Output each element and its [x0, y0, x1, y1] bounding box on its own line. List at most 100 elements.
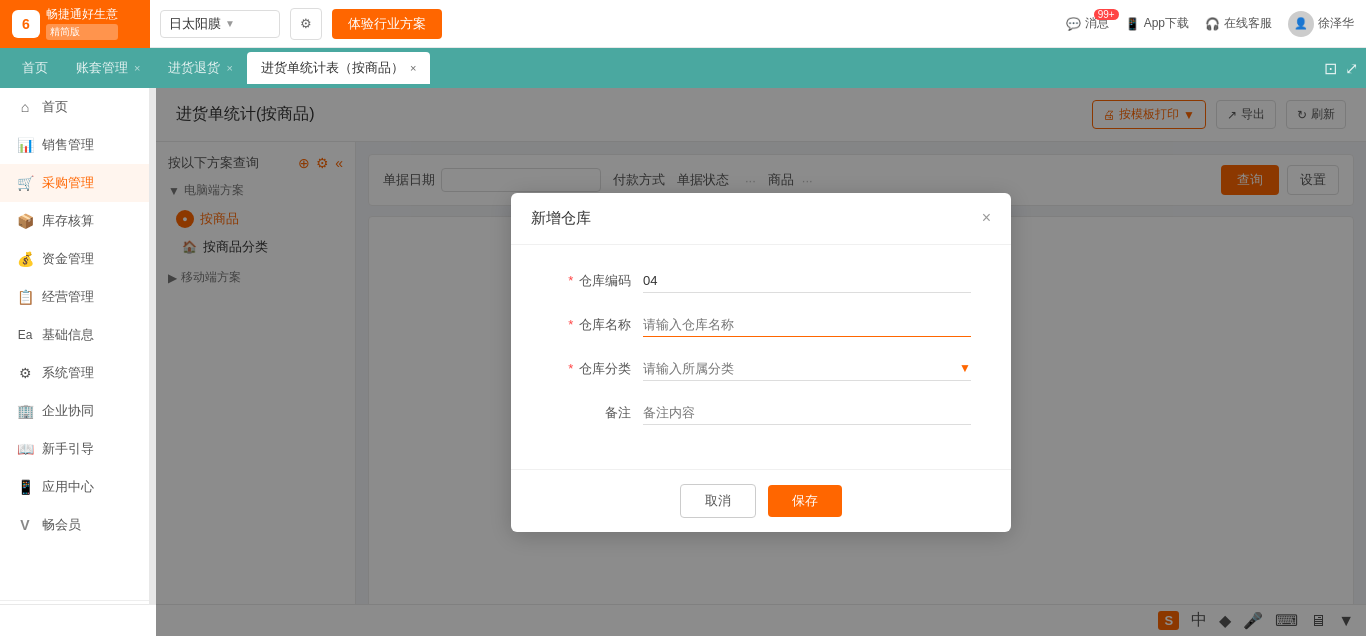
sidebar-item-apps-label: 应用中心 — [42, 478, 94, 496]
name-input[interactable] — [643, 313, 971, 337]
sidebar-item-apps[interactable]: 📱 应用中心 — [0, 468, 149, 506]
sidebar-item-finance[interactable]: 💰 资金管理 — [0, 240, 149, 278]
membership-icon: V — [16, 517, 34, 533]
sidebar: ⌂ 首页 📊 销售管理 🛒 采购管理 📦 库存核算 💰 资金管理 📋 经营管理 … — [0, 88, 150, 636]
operations-icon: 📋 — [16, 289, 34, 305]
headset-icon: 🎧 — [1205, 17, 1220, 31]
tab-minimize-icon[interactable]: ⊡ — [1324, 59, 1337, 78]
category-chevron-icon[interactable]: ▼ — [959, 361, 971, 375]
tab-home-label: 首页 — [22, 59, 48, 77]
basic-info-icon: Ea — [16, 328, 34, 342]
category-label: * 仓库分类 — [551, 360, 631, 378]
dialog-title: 新增仓库 — [531, 209, 591, 228]
code-label: * 仓库编码 — [551, 272, 631, 290]
sidebar-item-sales[interactable]: 📊 销售管理 — [0, 126, 149, 164]
brand-name: 畅捷通好生意 — [46, 7, 118, 23]
dialog-header: 新增仓库 × — [511, 193, 1011, 245]
sidebar-item-membership[interactable]: V 畅会员 — [0, 506, 149, 544]
apps-icon: 📱 — [16, 479, 34, 495]
finance-icon: 💰 — [16, 251, 34, 267]
messages-button[interactable]: 💬 消息 99+ — [1066, 15, 1109, 32]
home-icon: ⌂ — [16, 99, 34, 115]
sidebar-item-basic-info-label: 基础信息 — [42, 326, 94, 344]
online-service-button[interactable]: 🎧 在线客服 — [1205, 15, 1272, 32]
required-mark-code: * — [568, 273, 573, 288]
note-form-row: 备注 — [551, 401, 971, 425]
brand-badge: 精简版 — [46, 24, 118, 40]
message-icon: 💬 — [1066, 17, 1081, 31]
sidebar-item-operations[interactable]: 📋 经营管理 — [0, 278, 149, 316]
sidebar-item-home-label: 首页 — [42, 98, 68, 116]
required-mark-name: * — [568, 317, 573, 332]
system-icon: ⚙ — [16, 365, 34, 381]
dialog-body: * 仓库编码 * 仓库名称 — [511, 245, 1011, 469]
tab-account-close-icon[interactable]: × — [134, 62, 140, 74]
tab-stats-label: 进货单统计表（按商品） — [261, 59, 404, 77]
settings-button[interactable]: ⚙ — [290, 8, 322, 40]
inventory-icon: 📦 — [16, 213, 34, 229]
phone-icon: 📱 — [1125, 17, 1140, 31]
purchase-icon: 🛒 — [16, 175, 34, 191]
user-menu-button[interactable]: 👤 徐泽华 — [1288, 11, 1354, 37]
header-right: 💬 消息 99+ 📱 App下载 🎧 在线客服 👤 徐泽华 — [1066, 11, 1354, 37]
sidebar-item-newbie-label: 新手引导 — [42, 440, 94, 458]
content-area: 进货单统计(按商品) 🖨 按模板打印 ▼ ↗ 导出 ↻ 刷新 — [156, 88, 1366, 636]
app-download-button[interactable]: 📱 App下载 — [1125, 15, 1189, 32]
tab-return-close-icon[interactable]: × — [226, 62, 232, 74]
logo-icon: 6 — [12, 10, 40, 38]
category-form-row: * 仓库分类 ▼ — [551, 357, 971, 381]
sidebar-item-system[interactable]: ⚙ 系统管理 — [0, 354, 149, 392]
store-selector[interactable]: 日太阳膜 ▼ — [160, 10, 280, 38]
sales-icon: 📊 — [16, 137, 34, 153]
newbie-icon: 📖 — [16, 441, 34, 457]
sidebar-item-purchase-label: 采购管理 — [42, 174, 94, 192]
tab-return-label: 进货退货 — [168, 59, 220, 77]
tab-stats-close-icon[interactable]: × — [410, 62, 416, 74]
tab-expand-icon[interactable]: ⤢ — [1345, 59, 1358, 78]
save-button[interactable]: 保存 — [768, 485, 842, 517]
store-name: 日太阳膜 — [169, 15, 221, 33]
required-mark-category: * — [568, 361, 573, 376]
dialog-footer: 取消 保存 — [511, 469, 1011, 532]
logo-text-group: 畅捷通好生意 精简版 — [46, 7, 118, 41]
sidebar-item-operations-label: 经营管理 — [42, 288, 94, 306]
sidebar-item-newbie[interactable]: 📖 新手引导 — [0, 430, 149, 468]
tab-home[interactable]: 首页 — [8, 52, 62, 84]
tab-account[interactable]: 账套管理 × — [62, 52, 154, 84]
sidebar-item-system-label: 系统管理 — [42, 364, 94, 382]
tab-account-label: 账套管理 — [76, 59, 128, 77]
code-input[interactable] — [643, 269, 971, 293]
category-input[interactable] — [643, 357, 959, 380]
tab-return[interactable]: 进货退货 × — [154, 52, 246, 84]
tab-stats[interactable]: 进货单统计表（按商品） × — [247, 52, 430, 84]
name-form-row: * 仓库名称 — [551, 313, 971, 337]
sidebar-item-home[interactable]: ⌂ 首页 — [0, 88, 149, 126]
user-name: 徐泽华 — [1318, 15, 1354, 32]
message-badge: 99+ — [1094, 9, 1119, 20]
sidebar-item-enterprise-label: 企业协同 — [42, 402, 94, 420]
category-select-wrapper: ▼ — [643, 357, 971, 381]
cancel-button[interactable]: 取消 — [680, 484, 756, 518]
name-label: * 仓库名称 — [551, 316, 631, 334]
chevron-down-icon: ▼ — [225, 18, 235, 29]
new-warehouse-dialog: 新增仓库 × * 仓库编码 * — [511, 193, 1011, 532]
note-input[interactable] — [643, 401, 971, 425]
sidebar-item-membership-label: 畅会员 — [42, 516, 81, 534]
sidebar-item-sales-label: 销售管理 — [42, 136, 94, 154]
sidebar-item-purchase[interactable]: 🛒 采购管理 — [0, 164, 149, 202]
tab-bar: 首页 账套管理 × 进货退货 × 进货单统计表（按商品） × ⊡ ⤢ — [0, 48, 1366, 88]
sidebar-item-inventory[interactable]: 📦 库存核算 — [0, 202, 149, 240]
sidebar-item-finance-label: 资金管理 — [42, 250, 94, 268]
dialog-close-icon[interactable]: × — [982, 209, 991, 227]
avatar: 👤 — [1288, 11, 1314, 37]
dialog-overlay: 新增仓库 × * 仓库编码 * — [156, 88, 1366, 636]
enterprise-icon: 🏢 — [16, 403, 34, 419]
sidebar-item-enterprise[interactable]: 🏢 企业协同 — [0, 392, 149, 430]
logo-area: 6 畅捷通好生意 精简版 — [0, 0, 150, 48]
sidebar-item-inventory-label: 库存核算 — [42, 212, 94, 230]
sidebar-item-basic-info[interactable]: Ea 基础信息 — [0, 316, 149, 354]
tab-bar-actions: ⊡ ⤢ — [1324, 59, 1358, 78]
note-label: 备注 — [551, 404, 631, 422]
code-form-row: * 仓库编码 — [551, 269, 971, 293]
trial-button[interactable]: 体验行业方案 — [332, 9, 442, 39]
